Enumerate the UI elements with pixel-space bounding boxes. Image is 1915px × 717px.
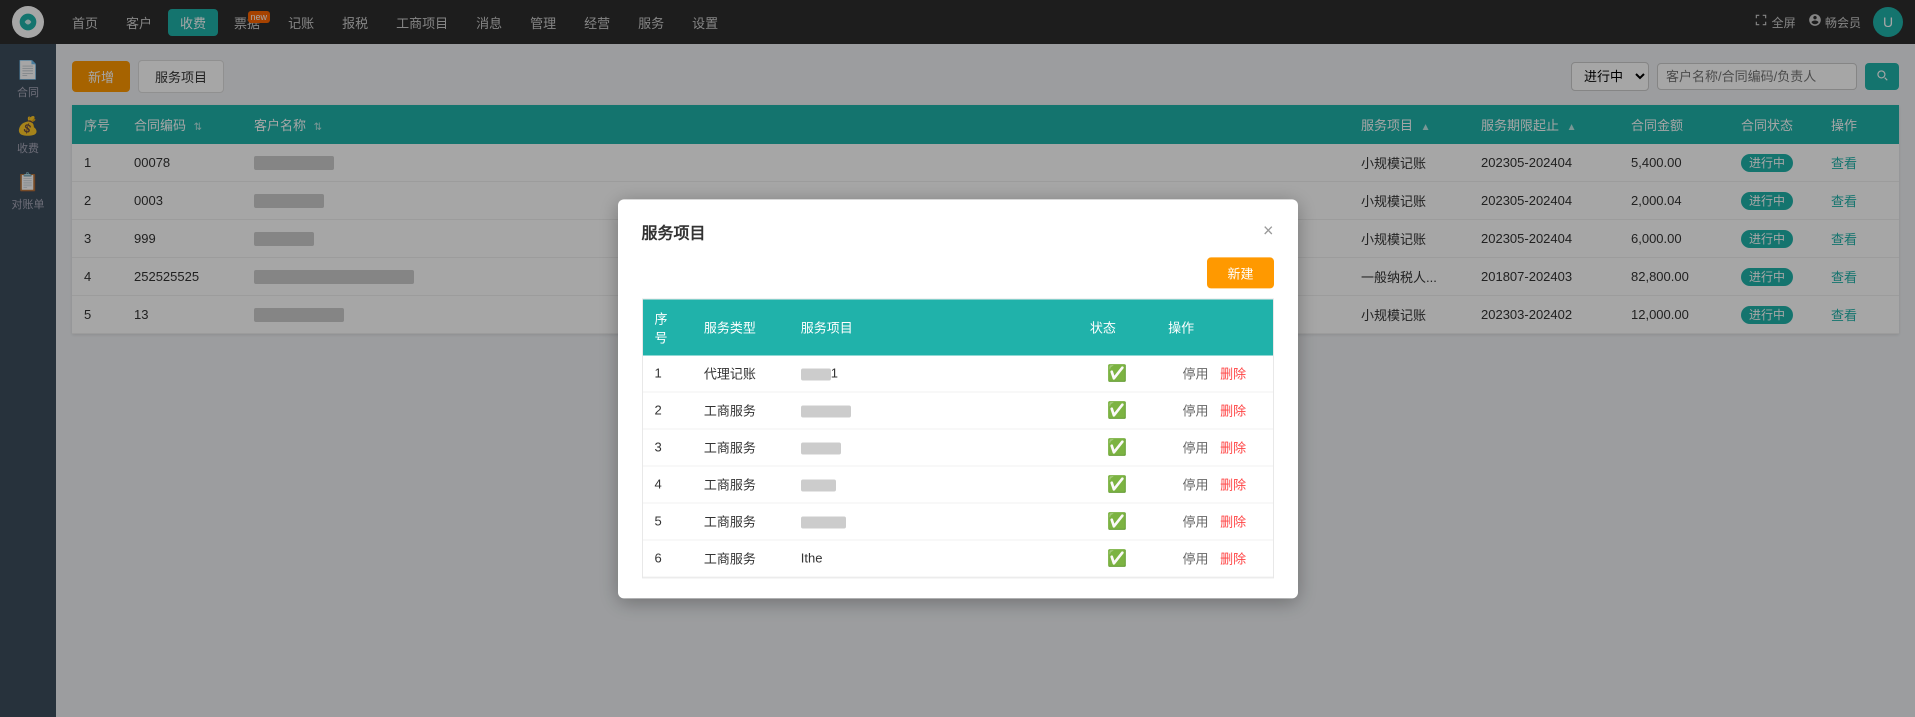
stop-button[interactable]: 停用 (1182, 514, 1208, 529)
delete-button[interactable]: 删除 (1220, 440, 1246, 455)
modal-cell-service: 1 (789, 355, 1078, 392)
status-check-icon: ✅ (1107, 550, 1127, 567)
modal-cell-status: ✅ (1078, 428, 1156, 465)
modal-cell-seq: 1 (643, 355, 692, 392)
modal-cell-action: 停用 删除 (1156, 355, 1272, 392)
modal-cell-type: 工商服务 (692, 502, 789, 539)
modal-col-status: 状态 (1078, 299, 1156, 355)
modal-cell-type: 工商服务 (692, 428, 789, 465)
modal-title: 服务项目 (642, 219, 706, 243)
modal-cell-status: ✅ (1078, 502, 1156, 539)
delete-button[interactable]: 删除 (1220, 551, 1246, 566)
modal-header: 服务项目 × (642, 219, 1274, 243)
modal-new-button[interactable]: 新建 (1207, 257, 1273, 288)
modal-col-seq: 序号 (643, 299, 692, 355)
status-check-icon: ✅ (1107, 365, 1127, 382)
modal-cell-type: 工商服务 (692, 465, 789, 502)
stop-button[interactable]: 停用 (1182, 403, 1208, 418)
modal-cell-type: 工商服务 (692, 391, 789, 428)
modal-cell-seq: 6 (643, 539, 692, 576)
status-check-icon: ✅ (1107, 402, 1127, 419)
modal-toolbar: 新建 (642, 257, 1274, 288)
modal-col-type: 服务类型 (692, 299, 789, 355)
modal-cell-service (789, 465, 1078, 502)
modal-cell-seq: 4 (643, 465, 692, 502)
modal-table-row: 2 工商服务 ✅ 停用 删除 (643, 391, 1273, 428)
modal-cell-status: ✅ (1078, 355, 1156, 392)
status-check-icon: ✅ (1107, 439, 1127, 456)
delete-button[interactable]: 删除 (1220, 403, 1246, 418)
modal-cell-action: 停用 删除 (1156, 391, 1272, 428)
modal-table-row: 3 工商服务 ✅ 停用 删除 (643, 428, 1273, 465)
modal-cell-type: 代理记账 (692, 355, 789, 392)
modal-table-scroll[interactable]: 序号 服务类型 服务项目 状态 操作 1 代理记账 1 ✅ (642, 298, 1274, 578)
stop-button[interactable]: 停用 (1182, 366, 1208, 381)
modal-table-row: 6 工商服务 Ithe ✅ 停用 删除 (643, 539, 1273, 576)
stop-button[interactable]: 停用 (1182, 440, 1208, 455)
service-items-table: 序号 服务类型 服务项目 状态 操作 1 代理记账 1 ✅ (643, 299, 1273, 578)
modal-cell-service (789, 428, 1078, 465)
modal-cell-status: ✅ (1078, 391, 1156, 428)
stop-button[interactable]: 停用 (1182, 551, 1208, 566)
modal-cell-seq: 5 (643, 502, 692, 539)
stop-button[interactable]: 停用 (1182, 477, 1208, 492)
service-items-modal: 服务项目 × 新建 序号 服务类型 服务项目 状态 操作 1 代理记账 (618, 199, 1298, 598)
modal-cell-action: 停用 删除 (1156, 502, 1272, 539)
modal-cell-service: Ithe (789, 539, 1078, 576)
modal-cell-status: ✅ (1078, 539, 1156, 576)
delete-button[interactable]: 删除 (1220, 477, 1246, 492)
modal-table-row: 1 代理记账 1 ✅ 停用 删除 (643, 355, 1273, 392)
modal-table-row: 4 工商服务 ✅ 停用 删除 (643, 465, 1273, 502)
modal-table-row: 5 工商服务 ✅ 停用 删除 (643, 502, 1273, 539)
modal-cell-service (789, 502, 1078, 539)
status-check-icon: ✅ (1107, 513, 1127, 530)
modal-cell-service (789, 391, 1078, 428)
modal-cell-action: 停用 删除 (1156, 465, 1272, 502)
status-check-icon: ✅ (1107, 476, 1127, 493)
modal-cell-type: 工商服务 (692, 539, 789, 576)
modal-cell-action: 停用 删除 (1156, 428, 1272, 465)
modal-cell-status: ✅ (1078, 465, 1156, 502)
modal-close-button[interactable]: × (1263, 220, 1274, 241)
modal-col-action: 操作 (1156, 299, 1272, 355)
modal-col-service: 服务项目 (789, 299, 1078, 355)
delete-button[interactable]: 删除 (1220, 514, 1246, 529)
modal-cell-seq: 3 (643, 428, 692, 465)
modal-cell-seq: 2 (643, 391, 692, 428)
modal-cell-action: 停用 删除 (1156, 539, 1272, 576)
delete-button[interactable]: 删除 (1220, 366, 1246, 381)
modal-table-header-row: 序号 服务类型 服务项目 状态 操作 (643, 299, 1273, 355)
